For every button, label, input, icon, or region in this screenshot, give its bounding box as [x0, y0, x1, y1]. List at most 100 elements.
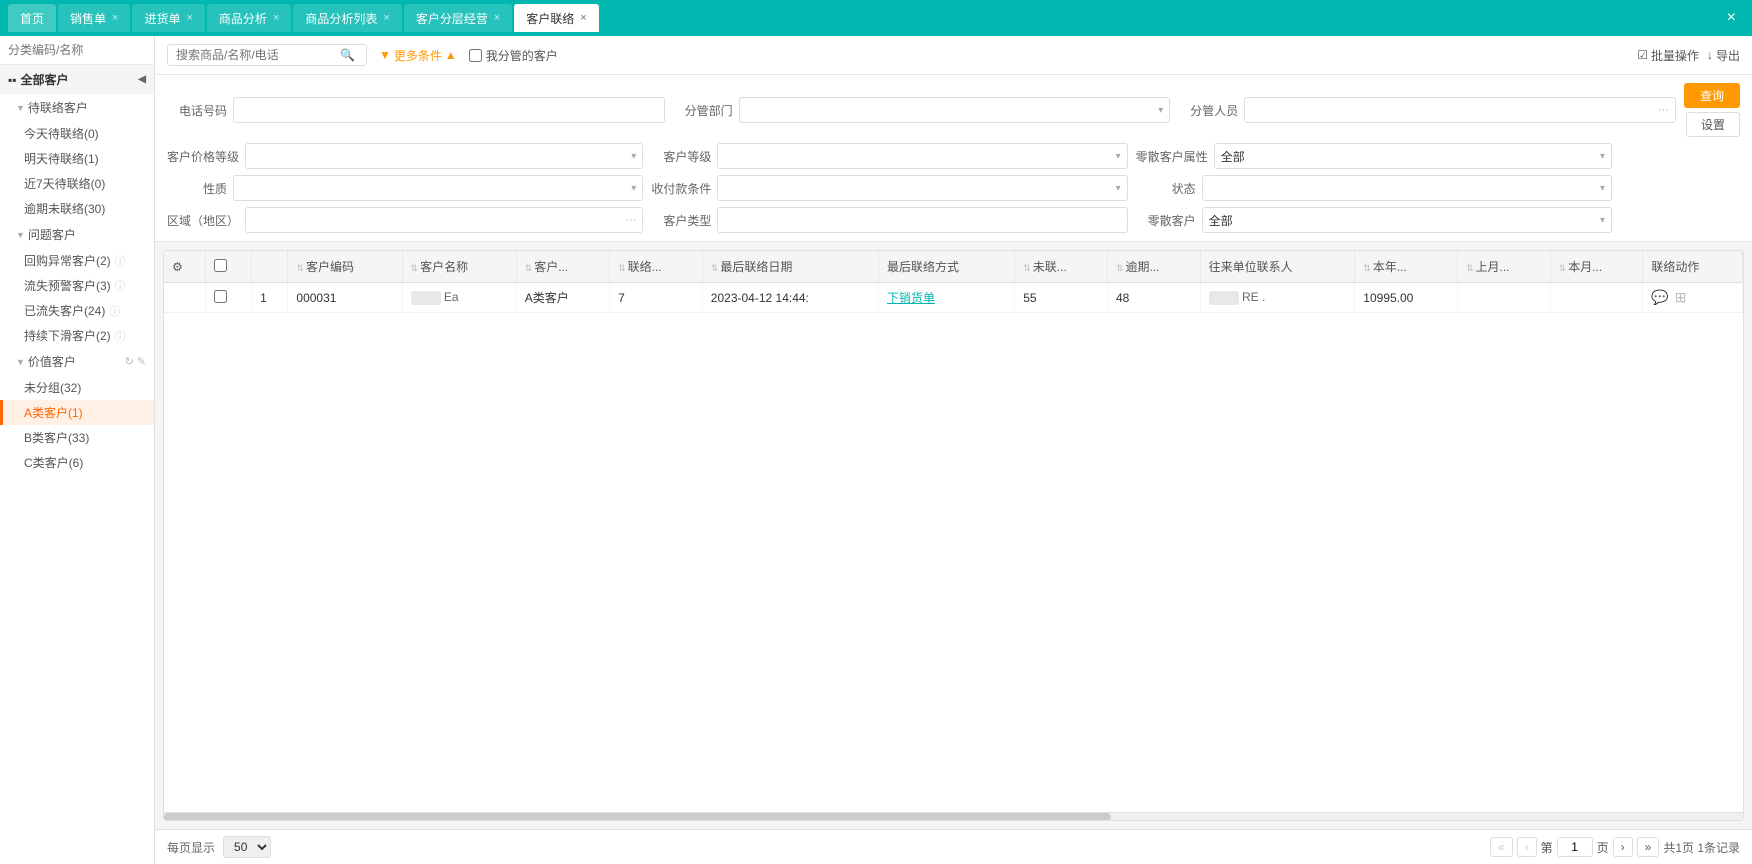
sidebar-item-churned[interactable]: 已流失客户(24) ⓘ	[0, 298, 154, 323]
customer-type-input[interactable]	[717, 207, 1127, 233]
col-last-month[interactable]: ⇅上月...	[1457, 251, 1550, 283]
sidebar-item-overdue[interactable]: 逾期未联络(30)	[0, 196, 154, 221]
sidebar-item-7days[interactable]: 近7天待联络(0)	[0, 171, 154, 196]
customer-level-select[interactable]: ▾	[717, 143, 1127, 169]
tab-sales-order[interactable]: 销售单 ×	[58, 4, 130, 32]
filter-search-icon[interactable]: 🔍	[340, 48, 355, 62]
last-page-btn[interactable]: »	[1637, 837, 1660, 857]
col-last-contact-date[interactable]: ⇅最后联络日期	[702, 251, 878, 283]
col-unit-contact[interactable]: 往来单位联系人	[1200, 251, 1355, 283]
dept-select[interactable]: ▾	[739, 97, 1171, 123]
main-layout: 🔍 ▪▪ 全部客户 ◀ ▼ 待联络客户 今天待联络(0) 明天待联络(1) 近7…	[0, 36, 1752, 864]
query-button[interactable]: 查询	[1684, 83, 1740, 108]
first-page-btn[interactable]: «	[1490, 837, 1513, 857]
nature-label: 性质	[167, 180, 227, 197]
phone-input[interactable]	[233, 97, 665, 123]
sidebar-item-a-class[interactable]: A类客户(1)	[0, 400, 154, 425]
qr-icon[interactable]: ⊞	[1675, 289, 1687, 306]
nav-close-button[interactable]: ×	[1719, 9, 1744, 27]
last-contact-method-link[interactable]: 下销货单	[887, 291, 935, 305]
filter-payment-field: 收付款条件 ▾	[651, 175, 1127, 201]
sidebar-item-c-class[interactable]: C类客户(6)	[0, 450, 154, 475]
tab-purchase-order[interactable]: 进货单 ×	[132, 4, 204, 32]
close-tab-sales[interactable]: ×	[112, 12, 118, 24]
tab-product-analysis-list[interactable]: 商品分析列表 ×	[293, 4, 401, 32]
close-tab-segment[interactable]: ×	[494, 12, 500, 24]
chat-icon[interactable]: 💬	[1651, 289, 1668, 306]
value-refresh-icon[interactable]: ↻	[125, 355, 134, 368]
col-no-contact[interactable]: ⇅未联...	[1015, 251, 1108, 283]
person-select[interactable]: ···	[1244, 97, 1676, 123]
close-tab-product-analysis[interactable]: ×	[273, 12, 279, 24]
export-button[interactable]: ↓ 导出	[1707, 47, 1740, 64]
payment-select[interactable]: ▾	[717, 175, 1127, 201]
page-label-2: 页	[1597, 839, 1609, 856]
sidebar-search-input[interactable]	[8, 43, 155, 57]
help-icon-4: ⓘ	[115, 328, 126, 344]
status-select[interactable]: ▾	[1202, 175, 1612, 201]
retail-attr-select[interactable]: 全部 ▾	[1214, 143, 1612, 169]
page-size-select[interactable]: 50	[223, 836, 271, 858]
sidebar-item-repurchase-anomaly[interactable]: 回购异常客户(2) ⓘ	[0, 248, 154, 273]
retail-attr-label: 零散客户属性	[1136, 148, 1208, 165]
col-code[interactable]: ⇅客户编码	[288, 251, 402, 283]
sidebar-group-value[interactable]: ▼ 价值客户 ↻ ✎	[0, 348, 154, 375]
sidebar-search-bar: 🔍	[0, 36, 154, 65]
next-page-btn[interactable]: ›	[1613, 837, 1633, 857]
sidebar-item-churn-warning[interactable]: 流失预警客户(3) ⓘ	[0, 273, 154, 298]
price-level-select[interactable]: ▾	[245, 143, 643, 169]
value-edit-icon[interactable]: ✎	[137, 355, 146, 368]
row-checkbox[interactable]	[214, 290, 227, 303]
retail-customer-select[interactable]: 全部 ▾	[1202, 207, 1612, 233]
more-conditions-btn[interactable]: ▼ 更多条件 ▲	[379, 47, 457, 64]
close-tab-purchase[interactable]: ×	[186, 12, 192, 24]
sidebar-item-today[interactable]: 今天待联络(0)	[0, 121, 154, 146]
col-current-month[interactable]: ⇅本月...	[1550, 251, 1643, 283]
sidebar-collapse-btn[interactable]: ◀	[138, 74, 146, 85]
filter-dept-field: 分管部门 ▾	[673, 97, 1171, 123]
col-overdue[interactable]: ⇅逾期...	[1107, 251, 1200, 283]
select-all-checkbox[interactable]	[214, 259, 227, 272]
help-icon-1: ⓘ	[115, 253, 126, 269]
row-action-icons: 💬 ⊞	[1651, 289, 1734, 306]
sidebar-item-declining[interactable]: 持续下滑客户(2) ⓘ	[0, 323, 154, 348]
sidebar-all-customers[interactable]: ▪▪ 全部客户 ◀	[0, 65, 154, 94]
my-customers-checkbox[interactable]	[469, 49, 482, 62]
horizontal-scrollbar[interactable]	[164, 812, 1743, 820]
tab-home[interactable]: 首页	[8, 4, 56, 32]
filter-nature-field: 性质 ▾	[167, 175, 643, 201]
customer-type-label: 客户类型	[651, 212, 711, 229]
filter-search-input[interactable]	[176, 48, 336, 62]
batch-op-icon: ☑	[1637, 48, 1648, 62]
nature-select[interactable]: ▾	[233, 175, 643, 201]
page-number-input[interactable]	[1557, 837, 1593, 857]
page-size-label: 每页显示	[167, 839, 215, 856]
col-checkbox	[206, 251, 252, 283]
sidebar-group-problem[interactable]: ▼ 问题客户	[0, 221, 154, 248]
col-contact[interactable]: ⇅联络...	[610, 251, 703, 283]
settings-button[interactable]: 设置	[1686, 112, 1740, 137]
col-last-contact-method[interactable]: 最后联络方式	[878, 251, 1014, 283]
col-current-year[interactable]: ⇅本年...	[1355, 251, 1458, 283]
batch-op-button[interactable]: ☑ 批量操作	[1637, 47, 1699, 64]
table-row: 1 000031 Ea A类客户 7 2023-04-12 14:44: 下销货…	[164, 283, 1743, 313]
prev-page-btn[interactable]: ‹	[1517, 837, 1537, 857]
data-table-container: ⚙ ⇅客户编码 ⇅客户名称 ⇅客户... ⇅联络... ⇅最后联络日期 最后联络…	[163, 250, 1744, 821]
tab-product-analysis[interactable]: 商品分析 ×	[207, 4, 291, 32]
tab-customer-segment[interactable]: 客户分层经营 ×	[404, 4, 512, 32]
sidebar-item-tomorrow[interactable]: 明天待联络(1)	[0, 146, 154, 171]
col-type[interactable]: ⇅客户...	[516, 251, 609, 283]
close-tab-contact[interactable]: ×	[580, 12, 586, 24]
table-scroll-area[interactable]: ⚙ ⇅客户编码 ⇅客户名称 ⇅客户... ⇅联络... ⇅最后联络日期 最后联络…	[164, 251, 1743, 812]
close-tab-product-list[interactable]: ×	[383, 12, 389, 24]
sidebar-item-b-class[interactable]: B类客户(33)	[0, 425, 154, 450]
filter-row-3: 性质 ▾ 收付款条件 ▾ 状态	[167, 175, 1740, 201]
sidebar-group-pending[interactable]: ▼ 待联络客户	[0, 94, 154, 121]
payment-label: 收付款条件	[651, 180, 711, 197]
sidebar-item-ungrouped[interactable]: 未分组(32)	[0, 375, 154, 400]
col-settings[interactable]: ⚙	[164, 251, 206, 283]
col-name[interactable]: ⇅客户名称	[402, 251, 516, 283]
row-seq-cell: 1	[252, 283, 288, 313]
tab-customer-contact[interactable]: 客户联络 ×	[514, 4, 598, 32]
region-select[interactable]: ···	[245, 207, 643, 233]
